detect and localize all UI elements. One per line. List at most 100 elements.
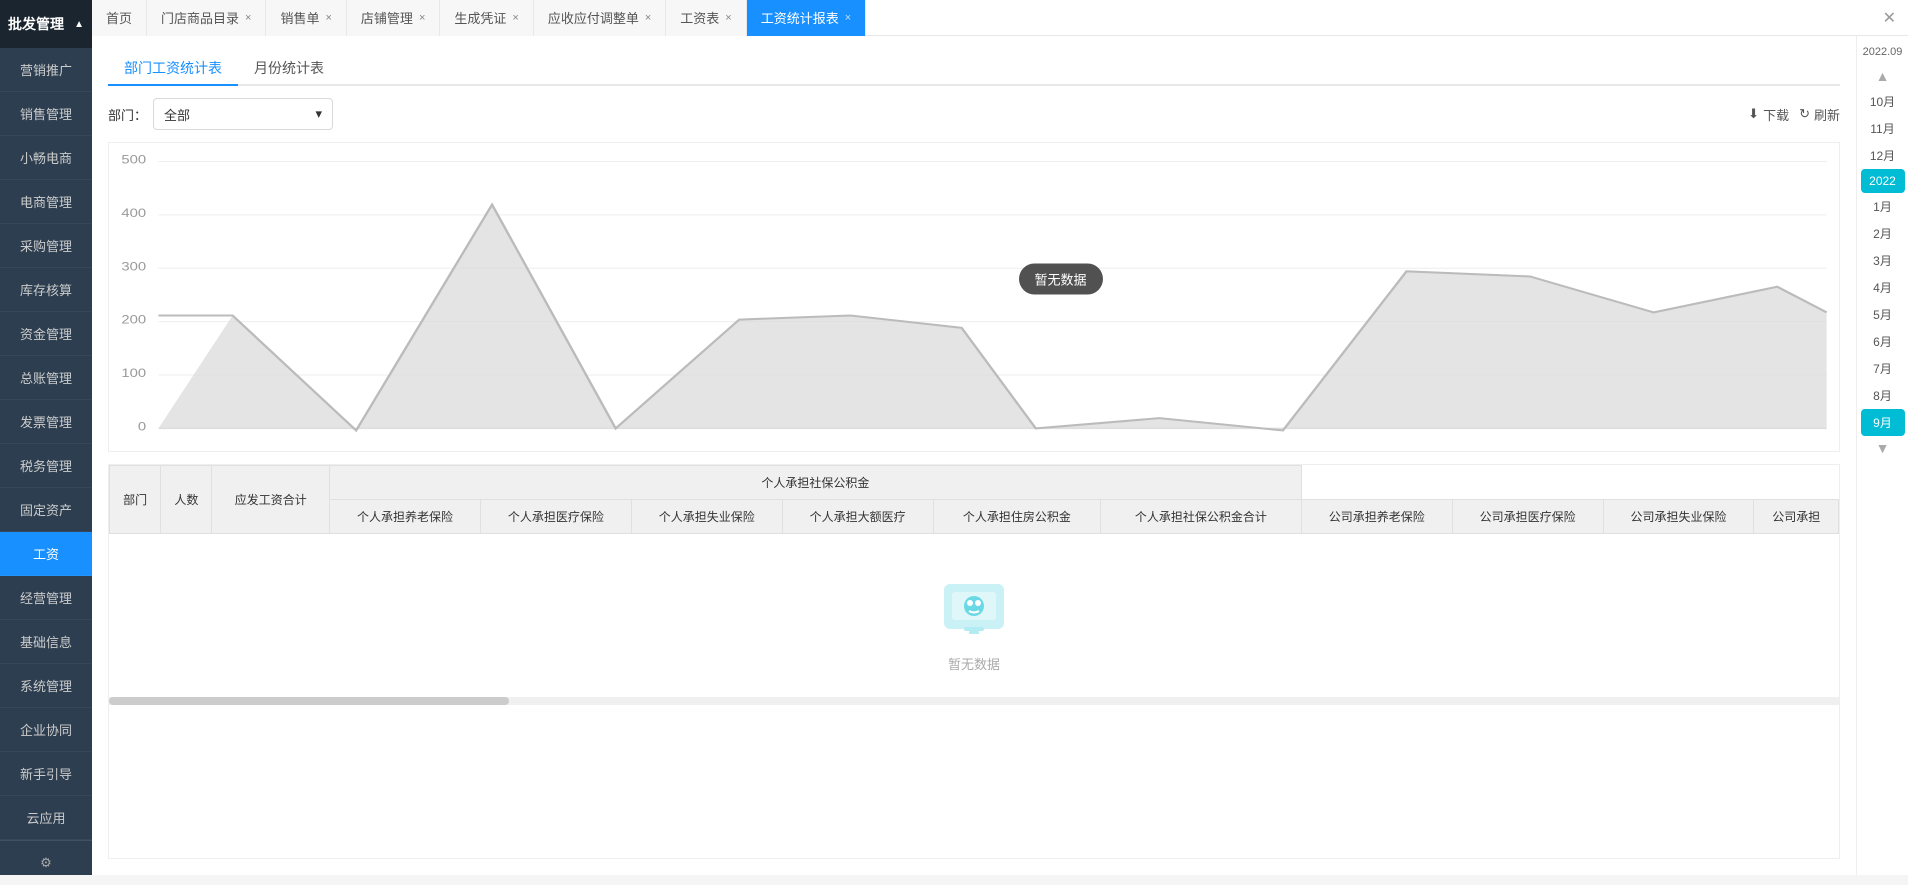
stats-table: 部门 人数 应发工资合计 个人承担社保公积金 个人承担养老保险个人承担医疗保险个… xyxy=(109,465,1839,693)
month-item-6月[interactable]: 6月 xyxy=(1861,328,1905,355)
tab-close-icon[interactable]: × xyxy=(245,12,251,24)
horizontal-scrollbar[interactable] xyxy=(109,697,1839,705)
month-item-2月[interactable]: 2月 xyxy=(1861,220,1905,247)
th-公司承担: 公司承担 xyxy=(1754,500,1839,534)
toolbar-left: 部门： 全部 ▾ xyxy=(108,98,333,130)
sidebar-title: 批发管理 xyxy=(8,14,64,34)
tab-close-icon[interactable]: × xyxy=(645,12,651,24)
tab-工资统计报表[interactable]: 工资统计报表× xyxy=(747,0,866,36)
table-empty-cell: 暂无数据 xyxy=(110,534,1839,694)
download-button[interactable]: ⬇ 下载 xyxy=(1748,105,1789,124)
th-个人承担失业保险: 个人承担失业保险 xyxy=(631,500,782,534)
month-item-2022[interactable]: 2022 xyxy=(1861,169,1905,193)
dept-select-value: 全部 xyxy=(164,105,190,124)
th-个人承担医疗保险: 个人承担医疗保险 xyxy=(480,500,631,534)
sidebar-item-资金管理[interactable]: 资金管理 xyxy=(0,312,92,356)
month-item-5月[interactable]: 5月 xyxy=(1861,301,1905,328)
svg-text:100: 100 xyxy=(121,366,146,380)
empty-icon xyxy=(934,564,1014,644)
month-item-12月[interactable]: 12月 xyxy=(1861,142,1905,169)
tab-工资表[interactable]: 工资表× xyxy=(666,0,746,36)
month-item-11月[interactable]: 11月 xyxy=(1861,115,1905,142)
scrollbar-thumb[interactable] xyxy=(109,697,509,705)
sidebar-item-新手引导[interactable]: 新手引导 xyxy=(0,752,92,796)
sidebar-item-经营管理[interactable]: 经营管理 xyxy=(0,576,92,620)
tab-销售单[interactable]: 销售单× xyxy=(266,0,346,36)
tab-bar: 首页门店商品目录×销售单×店铺管理×生成凭证×应收应付调整单×工资表×工资统计报… xyxy=(92,0,1908,36)
month-item-10月[interactable]: 10月 xyxy=(1861,88,1905,115)
sidebar: 批发管理 ▲ 营销推广销售管理小畅电商电商管理采购管理库存核算资金管理总账管理发… xyxy=(0,0,92,875)
tab-门店商品目录[interactable]: 门店商品目录× xyxy=(147,0,266,36)
month-item-8月[interactable]: 8月 xyxy=(1861,382,1905,409)
tab-close-icon[interactable]: × xyxy=(845,12,851,24)
sidebar-collapse-icon: ▲ xyxy=(74,19,84,30)
sidebar-item-企业协同[interactable]: 企业协同 xyxy=(0,708,92,752)
chevron-down-icon: ▾ xyxy=(315,106,322,122)
sidebar-item-总账管理[interactable]: 总账管理 xyxy=(0,356,92,400)
th-个人承担社保公积金合计: 个人承担社保公积金合计 xyxy=(1101,500,1302,534)
chart-container: 500 400 300 200 100 0 xyxy=(108,142,1840,452)
toolbar: 部门： 全部 ▾ ⬇ 下载 ↻ 刷新 xyxy=(108,98,1840,130)
svg-text:400: 400 xyxy=(121,206,146,220)
table-wrapper[interactable]: 部门 人数 应发工资合计 个人承担社保公积金 个人承担养老保险个人承担医疗保险个… xyxy=(108,464,1840,859)
chart-svg: 500 400 300 200 100 0 xyxy=(109,143,1839,451)
nav-up-button[interactable]: ▲ xyxy=(1861,64,1905,88)
th-count: 人数 xyxy=(161,466,212,534)
th-personal-insurance: 个人承担社保公积金 xyxy=(330,466,1302,500)
content-area: 部门工资统计表 月份统计表 部门： 全部 ▾ ⬇ xyxy=(92,36,1908,875)
th-公司承担失业保险: 公司承担失业保险 xyxy=(1603,500,1754,534)
month-item-3月[interactable]: 3月 xyxy=(1861,247,1905,274)
tab-dept-stats[interactable]: 部门工资统计表 xyxy=(108,52,238,86)
nav-down-button[interactable]: ▼ xyxy=(1861,436,1905,460)
month-item-4月[interactable]: 4月 xyxy=(1861,274,1905,301)
month-item-9月[interactable]: 9月 xyxy=(1861,409,1905,436)
tab-首页[interactable]: 首页 xyxy=(92,0,147,36)
dept-select-box[interactable]: 全部 ▾ xyxy=(153,98,333,130)
tab-应收应付调整单[interactable]: 应收应付调整单× xyxy=(534,0,666,36)
gear-icon: ⚙ xyxy=(40,855,52,870)
tab-bar-close-button[interactable]: ✕ xyxy=(1871,8,1908,28)
sidebar-item-营销推广[interactable]: 营销推广 xyxy=(0,48,92,92)
sidebar-item-小畅电商[interactable]: 小畅电商 xyxy=(0,136,92,180)
download-icon: ⬇ xyxy=(1748,106,1759,122)
sidebar-item-采购管理[interactable]: 采购管理 xyxy=(0,224,92,268)
sidebar-item-税务管理[interactable]: 税务管理 xyxy=(0,444,92,488)
sidebar-item-基础信息[interactable]: 基础信息 xyxy=(0,620,92,664)
svg-text:300: 300 xyxy=(121,259,146,273)
tab-close-icon[interactable]: × xyxy=(419,12,425,24)
dept-filter: 部门： 全部 ▾ xyxy=(108,98,333,130)
sidebar-item-库存核算[interactable]: 库存核算 xyxy=(0,268,92,312)
tab-店铺管理[interactable]: 店铺管理× xyxy=(347,0,440,36)
tab-month-stats[interactable]: 月份统计表 xyxy=(238,52,340,86)
sidebar-item-系统管理[interactable]: 系统管理 xyxy=(0,664,92,708)
current-year-month-label: 2022.09 xyxy=(1861,40,1905,64)
tab-close-icon[interactable]: × xyxy=(325,12,331,24)
month-item-7月[interactable]: 7月 xyxy=(1861,355,1905,382)
tab-生成凭证[interactable]: 生成凭证× xyxy=(440,0,533,36)
sidebar-item-发票管理[interactable]: 发票管理 xyxy=(0,400,92,444)
month-item-1月[interactable]: 1月 xyxy=(1861,193,1905,220)
tab-close-icon[interactable]: × xyxy=(725,12,731,24)
refresh-icon: ↻ xyxy=(1799,106,1810,122)
main-area: 首页门店商品目录×销售单×店铺管理×生成凭证×应收应付调整单×工资表×工资统计报… xyxy=(92,0,1908,875)
th-个人承担养老保险: 个人承担养老保险 xyxy=(330,500,481,534)
toolbar-right: ⬇ 下载 ↻ 刷新 xyxy=(1748,105,1840,124)
refresh-button[interactable]: ↻ 刷新 xyxy=(1799,105,1840,124)
sidebar-footer-settings[interactable]: ⚙ xyxy=(0,840,92,885)
sidebar-header[interactable]: 批发管理 ▲ xyxy=(0,0,92,48)
sidebar-item-固定资产[interactable]: 固定资产 xyxy=(0,488,92,532)
download-label: 下载 xyxy=(1763,105,1789,124)
right-date-panel: 2022.09 ▲ 10月11月12月20221月2月3月4月5月6月7月8月9… xyxy=(1856,36,1908,875)
sidebar-item-电商管理[interactable]: 电商管理 xyxy=(0,180,92,224)
empty-state: 暂无数据 xyxy=(110,534,1839,693)
svg-text:200: 200 xyxy=(121,313,146,327)
th-公司承担医疗保险: 公司承担医疗保险 xyxy=(1452,500,1603,534)
th-公司承担养老保险: 公司承担养老保险 xyxy=(1301,500,1452,534)
tab-close-icon[interactable]: × xyxy=(512,12,518,24)
th-total-salary: 应发工资合计 xyxy=(212,466,330,534)
sidebar-item-工资[interactable]: 工资 xyxy=(0,532,92,576)
sidebar-item-云应用[interactable]: 云应用 xyxy=(0,796,92,840)
th-个人承担住房公积金: 个人承担住房公积金 xyxy=(933,500,1100,534)
table-no-data-label: 暂无数据 xyxy=(948,654,1000,673)
sidebar-item-销售管理[interactable]: 销售管理 xyxy=(0,92,92,136)
